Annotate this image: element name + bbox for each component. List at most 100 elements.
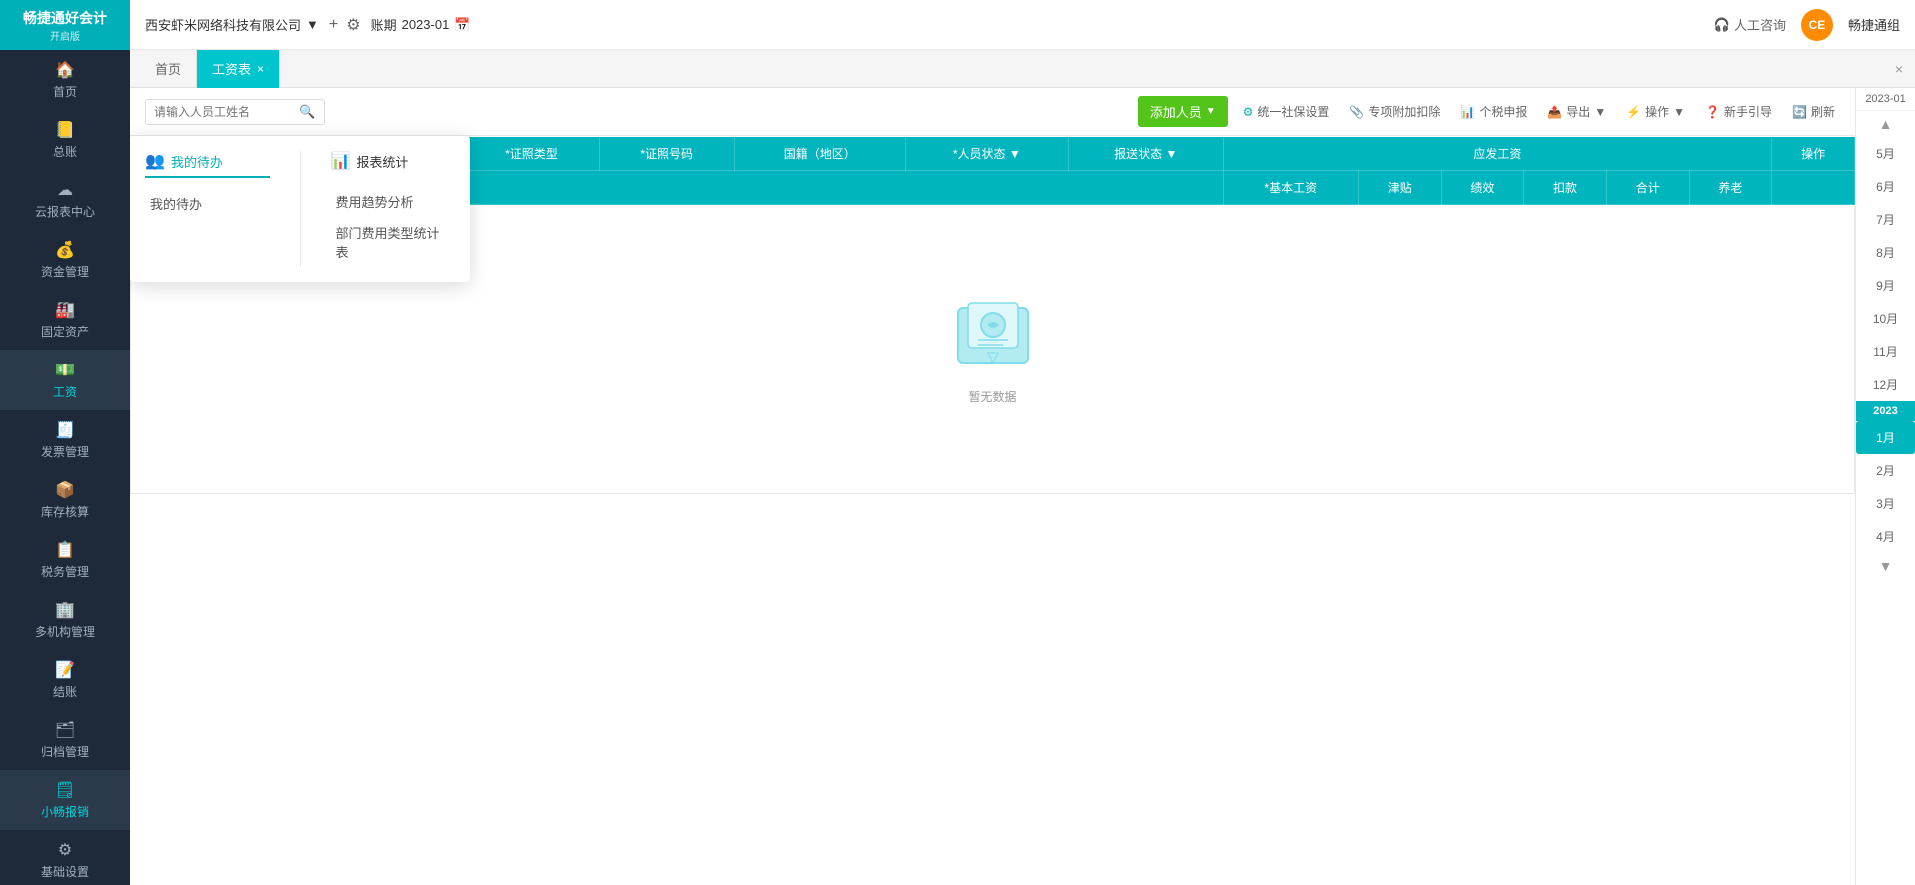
settings-icon[interactable]: ⚙ [346, 15, 360, 35]
sidebar-item-org[interactable]: 🏢 多机构管理 [0, 590, 130, 650]
app-logo: 畅捷通好会计 开启版 [0, 0, 130, 50]
deduction-label: 专项附加扣除 [1368, 103, 1440, 120]
period-selector[interactable]: 账期 2023-01 📅 [371, 15, 471, 34]
sidebar-item-tax[interactable]: 📋 税务管理 [0, 530, 130, 590]
month-8[interactable]: 8月 [1856, 236, 1915, 269]
search-box: 🔍 [145, 99, 325, 125]
th-send-status: 报送状态 ▼ [1068, 137, 1223, 171]
search-icon[interactable]: 🔍 [299, 104, 315, 120]
refresh-label: 刷新 [1811, 103, 1835, 120]
tabbar: 首页 工资表 × × [130, 50, 1915, 88]
deduction-icon: 📎 [1349, 105, 1364, 119]
operate-chevron-icon: ▼ [1673, 105, 1685, 119]
operate-label: 操作 [1645, 103, 1669, 120]
nav-up-arrow[interactable]: ▲ [1874, 111, 1898, 137]
th-id-type: *证照类型 [464, 137, 599, 171]
export-action[interactable]: 📤 导出 ▼ [1542, 103, 1611, 120]
user-name: 畅捷通组 [1848, 15, 1900, 34]
dropdown-item-pending[interactable]: 我的待办 [145, 188, 270, 219]
sidebar-item-ledger-label: 总账 [53, 143, 77, 160]
service-button[interactable]: 🎧 人工咨询 [1714, 15, 1786, 34]
tab-salary[interactable]: 工资表 × [197, 50, 280, 88]
report-icon: 📊 [331, 151, 351, 171]
month-2[interactable]: 2月 [1856, 454, 1915, 487]
tax-icon: 📋 [55, 540, 75, 560]
month-7[interactable]: 7月 [1856, 203, 1915, 236]
nav-down-arrow[interactable]: ▼ [1874, 553, 1898, 579]
tab-close-button[interactable]: × [1883, 50, 1915, 88]
tab-close-icon[interactable]: × [257, 62, 264, 76]
operate-action[interactable]: ⚡ 操作 ▼ [1621, 103, 1690, 120]
close-account-icon: 📝 [55, 660, 75, 680]
sidebar-item-archive[interactable]: 🗂 归档管理 [0, 710, 130, 770]
sidebar-item-home-label: 首页 [53, 83, 77, 100]
sidebar-item-cloud-label: 云报表中心 [35, 203, 95, 220]
send-filter-icon[interactable]: ▼ [1166, 147, 1178, 161]
app-title: 畅捷通好会计 [23, 8, 107, 28]
sidebar-item-salary-label: 工资 [53, 383, 77, 400]
year-display: 2023-01 [1856, 88, 1915, 111]
month-3[interactable]: 3月 [1856, 487, 1915, 520]
social-security-action[interactable]: ⚙ 统一社保设置 [1238, 103, 1335, 120]
month-6[interactable]: 6月 [1856, 170, 1915, 203]
sidebar-item-cloud-report[interactable]: ☁ 云报表中心 [0, 170, 130, 230]
sidebar-item-inventory[interactable]: 📦 库存核算 [0, 470, 130, 530]
sidebar-item-finance[interactable]: 💰 资金管理 [0, 230, 130, 290]
social-label: 统一社保设置 [1257, 103, 1329, 120]
month-4[interactable]: 4月 [1856, 520, 1915, 553]
month-11[interactable]: 11月 [1856, 335, 1915, 368]
sidebar-item-finance-label: 资金管理 [41, 263, 89, 280]
month-1[interactable]: 1月 [1856, 421, 1915, 454]
search-input[interactable] [154, 105, 294, 119]
sidebar-item-inventory-label: 库存核算 [41, 503, 89, 520]
month-5[interactable]: 5月 [1856, 137, 1915, 170]
period-label-text: 账期 [371, 15, 397, 34]
sidebar-item-basic-label: 基础设置 [41, 863, 89, 880]
sidebar-item-ledger[interactable]: 📒 总账 [0, 110, 130, 170]
assets-icon: 🏭 [55, 300, 75, 320]
window-close-icon: × [1895, 61, 1903, 77]
headset-icon: 🎧 [1714, 17, 1730, 33]
tax-label: 个税申报 [1479, 103, 1527, 120]
add-icon[interactable]: + [329, 16, 338, 34]
topbar-icons: + ⚙ [329, 15, 361, 35]
sidebar-item-home[interactable]: 🏠 首页 [0, 50, 130, 110]
export-chevron-icon: ▼ [1594, 105, 1606, 119]
sidebar-item-assets[interactable]: 🏭 固定资产 [0, 290, 130, 350]
operate-icon: ⚡ [1626, 105, 1641, 119]
sidebar-item-salary[interactable]: 💵 工资 [0, 350, 130, 410]
th-operation: 操作 [1772, 137, 1855, 171]
dropdown-item-dept[interactable]: 部门费用类型统计表 [331, 217, 456, 267]
sidebar-item-close[interactable]: 📝 结账 [0, 650, 130, 710]
dropdown-col-1: 👥 我的待办 我的待办 [145, 151, 270, 267]
th-op-empty [1772, 171, 1855, 205]
month-10[interactable]: 10月 [1856, 302, 1915, 335]
add-person-button[interactable]: 添加人员 ▼ [1138, 96, 1228, 127]
th-base-salary: *基本工资 [1223, 171, 1358, 205]
main-area: 西安虾米网络科技有限公司 ▼ + ⚙ 账期 2023-01 📅 🎧 人工咨询 C… [130, 0, 1915, 885]
tax-report-action[interactable]: 📊 个税申报 [1455, 103, 1532, 120]
dropdown-item-trend[interactable]: 费用趋势分析 [331, 186, 456, 217]
special-deduction-action[interactable]: 📎 专项附加扣除 [1344, 103, 1445, 120]
sidebar-item-tax-label: 税务管理 [41, 563, 89, 580]
th-total: 合计 [1606, 171, 1689, 205]
refresh-action[interactable]: 🔄 刷新 [1787, 103, 1840, 120]
topbar: 西安虾米网络科技有限公司 ▼ + ⚙ 账期 2023-01 📅 🎧 人工咨询 C… [130, 0, 1915, 50]
th-pension: 养老 [1689, 171, 1772, 205]
th-performance: 绩效 [1441, 171, 1524, 205]
topbar-right: 🎧 人工咨询 CE 畅捷通组 [1714, 9, 1900, 41]
filter-icon[interactable]: ▼ [1009, 147, 1021, 161]
month-12[interactable]: 12月 [1856, 368, 1915, 401]
org-icon: 🏢 [55, 600, 75, 620]
guide-action[interactable]: ❓ 新手引导 [1700, 103, 1777, 120]
th-nationality: 国籍（地区） [734, 137, 905, 171]
month-9[interactable]: 9月 [1856, 269, 1915, 302]
company-selector[interactable]: 西安虾米网络科技有限公司 ▼ [145, 15, 319, 34]
toolbar-right: 添加人员 ▼ ⚙ 统一社保设置 📎 专项附加扣除 📊 个税申报 [1138, 96, 1840, 127]
sidebar-item-invoice[interactable]: 🧾 发票管理 [0, 410, 130, 470]
tab-home[interactable]: 首页 [140, 50, 197, 88]
cloud-icon: ☁ [57, 180, 73, 200]
sidebar-item-basic[interactable]: ⚙ 基础设置 [0, 830, 130, 885]
sidebar-item-expense[interactable]: 🗒 小畅报销 [0, 770, 130, 830]
period-value: 2023-01 [402, 17, 450, 32]
